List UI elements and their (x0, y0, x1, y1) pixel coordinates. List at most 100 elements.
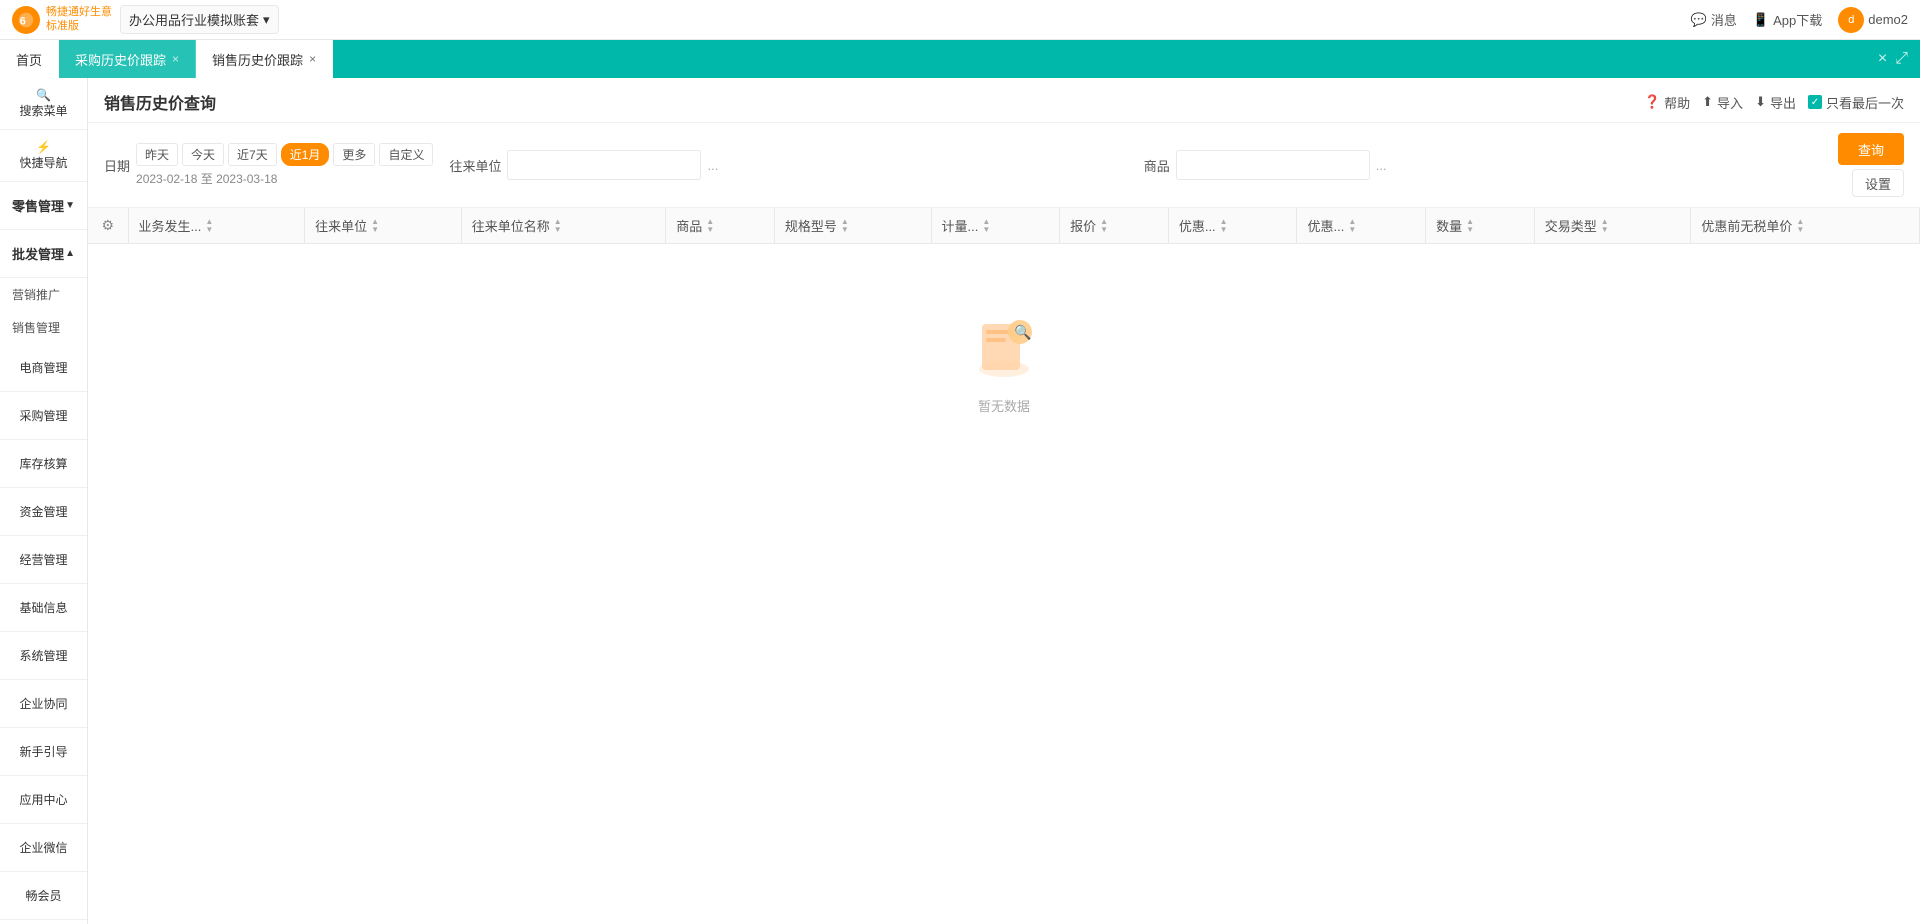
sidebar-item-enterprise-wechat[interactable]: 企业微信 (0, 824, 87, 872)
date-btn-today[interactable]: 今天 (182, 143, 224, 166)
chevron-up-icon: ▲ (65, 248, 75, 259)
sort-icons: ▲▼ (1348, 218, 1356, 234)
sidebar-item-app-center[interactable]: 应用中心 (0, 776, 87, 824)
th-pre-tax-price[interactable]: 优惠前无税单价 ▲▼ (1691, 208, 1920, 244)
export-btn[interactable]: ⬇ 导出 (1755, 93, 1796, 112)
tab-home[interactable]: 首页 (0, 40, 59, 78)
date-btn-1month[interactable]: 近1月 (281, 143, 330, 166)
date-btn-7days[interactable]: 近7天 (228, 143, 277, 166)
th-goods[interactable]: 商品 ▲▼ (666, 208, 775, 244)
table-container: ⚙ 业务发生... ▲▼ 往来单位 (88, 208, 1920, 924)
date-btn-yesterday[interactable]: 昨天 (136, 143, 178, 166)
partner-filter-group: 往来单位 ... (449, 150, 1127, 180)
goods-input[interactable] (1176, 150, 1370, 180)
import-btn[interactable]: ⬆ 导入 (1702, 93, 1743, 112)
restore-window-btn[interactable]: ⤢ (1895, 50, 1908, 68)
sidebar-item-enterprise-collab[interactable]: 企业协同 (0, 680, 87, 728)
sort-icons: ▲▼ (554, 218, 562, 234)
partner-label: 往来单位 (449, 156, 501, 175)
gear-icon[interactable]: ⚙ (101, 217, 114, 233)
th-price[interactable]: 报价 ▲▼ (1060, 208, 1169, 244)
topbar-right: 💬 消息 📱 App下载 d demo2 (1691, 7, 1908, 33)
th-trade-type[interactable]: 交易类型 ▲▼ (1534, 208, 1691, 244)
sidebar-item-inventory[interactable]: 库存核算 (0, 440, 87, 488)
date-range-display: 2023-02-18 至 2023-03-18 (136, 170, 433, 187)
th-gear[interactable]: ⚙ (88, 208, 128, 244)
tabbar: 首页 采购历史价跟踪 × 销售历史价跟踪 × × ⤢ (0, 40, 1920, 78)
sidebar-item-ecommerce[interactable]: 电商管理 (0, 344, 87, 392)
help-btn[interactable]: ❓ 帮助 (1644, 93, 1690, 112)
sort-icons: ▲▼ (205, 218, 213, 234)
partner-dots-btn[interactable]: ... (707, 158, 718, 173)
chevron-down-icon: ▾ (263, 12, 270, 28)
sidebar-item-operations[interactable]: 经营管理 (0, 536, 87, 584)
close-window-btn[interactable]: × (1878, 50, 1887, 68)
data-table: ⚙ 业务发生... ▲▼ 往来单位 (88, 208, 1920, 244)
sidebar-item-wholesale-mgmt[interactable]: 批发管理 ▲ (0, 230, 87, 278)
goods-label: 商品 (1144, 156, 1170, 175)
content-area: 销售历史价查询 ❓ 帮助 ⬆ 导入 ⬇ 导出 (88, 78, 1920, 924)
nav-icon: ⚡ (36, 140, 51, 154)
th-partner-name[interactable]: 往来单位名称 ▲▼ (461, 208, 666, 244)
th-qty[interactable]: 数量 ▲▼ (1426, 208, 1535, 244)
th-spec[interactable]: 规格型号 ▲▼ (774, 208, 931, 244)
messages-btn[interactable]: 💬 消息 (1691, 10, 1737, 29)
th-partner-code[interactable]: 往来单位 ▲▼ (305, 208, 462, 244)
topbar-left: 6 畅捷通好生意 标准版 办公用品行业模拟账套 ▾ (12, 5, 279, 34)
filter-bar: 日期 昨天 今天 近7天 近1月 更多 自定义 2023-02-18 至 202… (88, 123, 1920, 208)
close-purchase-tab-icon[interactable]: × (172, 52, 179, 66)
avatar: d (1838, 7, 1864, 33)
table-header: ⚙ 业务发生... ▲▼ 往来单位 (88, 208, 1920, 244)
tab-home-label: 首页 (16, 50, 42, 69)
sort-icons: ▲▼ (1796, 218, 1804, 234)
goods-dots-btn[interactable]: ... (1376, 158, 1387, 173)
help-icon: ❓ (1644, 94, 1660, 110)
sidebar: 🔍 搜索菜单 ⚡ 快捷导航 零售管理 ▼ 批发管理 ▲ 营销推广 销售管理 电商… (0, 78, 88, 924)
date-label: 日期 (104, 156, 130, 175)
filter-row: 日期 昨天 今天 近7天 近1月 更多 自定义 2023-02-18 至 202… (104, 133, 1904, 197)
sidebar-item-finance[interactable]: 资金管理 (0, 488, 87, 536)
goods-filter-group: 商品 ... (1144, 150, 1822, 180)
sort-icons: ▲▼ (1220, 218, 1228, 234)
logo-area: 6 畅捷通好生意 标准版 (12, 6, 112, 34)
main-layout: 🔍 搜索菜单 ⚡ 快捷导航 零售管理 ▼ 批发管理 ▲ 营销推广 销售管理 电商… (0, 78, 1920, 924)
sidebar-item-system[interactable]: 系统管理 (0, 632, 87, 680)
th-unit[interactable]: 计量... ▲▼ (931, 208, 1060, 244)
page-content: 销售历史价查询 ❓ 帮助 ⬆ 导入 ⬇ 导出 (88, 78, 1920, 924)
sidebar-item-sales-mgmt[interactable]: 销售管理 (0, 311, 87, 344)
date-btn-more[interactable]: 更多 (333, 143, 375, 166)
date-filter-group: 日期 昨天 今天 近7天 近1月 更多 自定义 2023-02-18 至 202… (104, 143, 433, 187)
search-icon: 🔍 (36, 88, 51, 102)
sidebar-item-basic-info[interactable]: 基础信息 (0, 584, 87, 632)
settings-button[interactable]: 设置 (1852, 169, 1904, 197)
search-button[interactable]: 查询 (1838, 133, 1904, 165)
th-biz-date[interactable]: 业务发生... ▲▼ (128, 208, 305, 244)
partner-input[interactable] (507, 150, 701, 180)
tab-sales-history[interactable]: 销售历史价跟踪 × (196, 40, 333, 78)
empty-text: 暂无数据 (978, 396, 1030, 415)
account-selector[interactable]: 办公用品行业模拟账套 ▾ (120, 5, 279, 34)
phone-icon: 📱 (1753, 12, 1769, 28)
sort-icons: ▲▼ (706, 218, 714, 234)
only-latest-checkbox[interactable]: 只看最后一次 (1808, 93, 1904, 112)
tab-purchase-history[interactable]: 采购历史价跟踪 × (59, 40, 196, 78)
sidebar-item-member[interactable]: 畅会员 (0, 872, 87, 920)
sidebar-item-quick-nav[interactable]: ⚡ 快捷导航 (0, 130, 87, 182)
user-profile[interactable]: d demo2 (1838, 7, 1908, 33)
sidebar-item-purchase[interactable]: 采购管理 (0, 392, 87, 440)
export-icon: ⬇ (1755, 94, 1766, 110)
sidebar-item-guide[interactable]: 新手引导 (0, 728, 87, 776)
tab-purchase-history-label: 采购历史价跟踪 (75, 50, 166, 69)
sidebar-item-retail-mgmt[interactable]: 零售管理 ▼ (0, 182, 87, 230)
page-header-actions: ❓ 帮助 ⬆ 导入 ⬇ 导出 只看最后一次 (1644, 93, 1904, 112)
th-discount2[interactable]: 优惠... ▲▼ (1297, 208, 1426, 244)
svg-text:6: 6 (20, 15, 26, 27)
close-sales-tab-icon[interactable]: × (309, 52, 316, 66)
sort-icons: ▲▼ (841, 218, 849, 234)
sidebar-item-marketing[interactable]: 营销推广 (0, 278, 87, 311)
app-download-btn[interactable]: 📱 App下载 (1753, 10, 1822, 29)
svg-text:🔍: 🔍 (1014, 323, 1031, 341)
sidebar-item-search-menu[interactable]: 🔍 搜索菜单 (0, 78, 87, 130)
date-btn-custom[interactable]: 自定义 (379, 143, 433, 166)
th-discount1[interactable]: 优惠... ▲▼ (1168, 208, 1297, 244)
